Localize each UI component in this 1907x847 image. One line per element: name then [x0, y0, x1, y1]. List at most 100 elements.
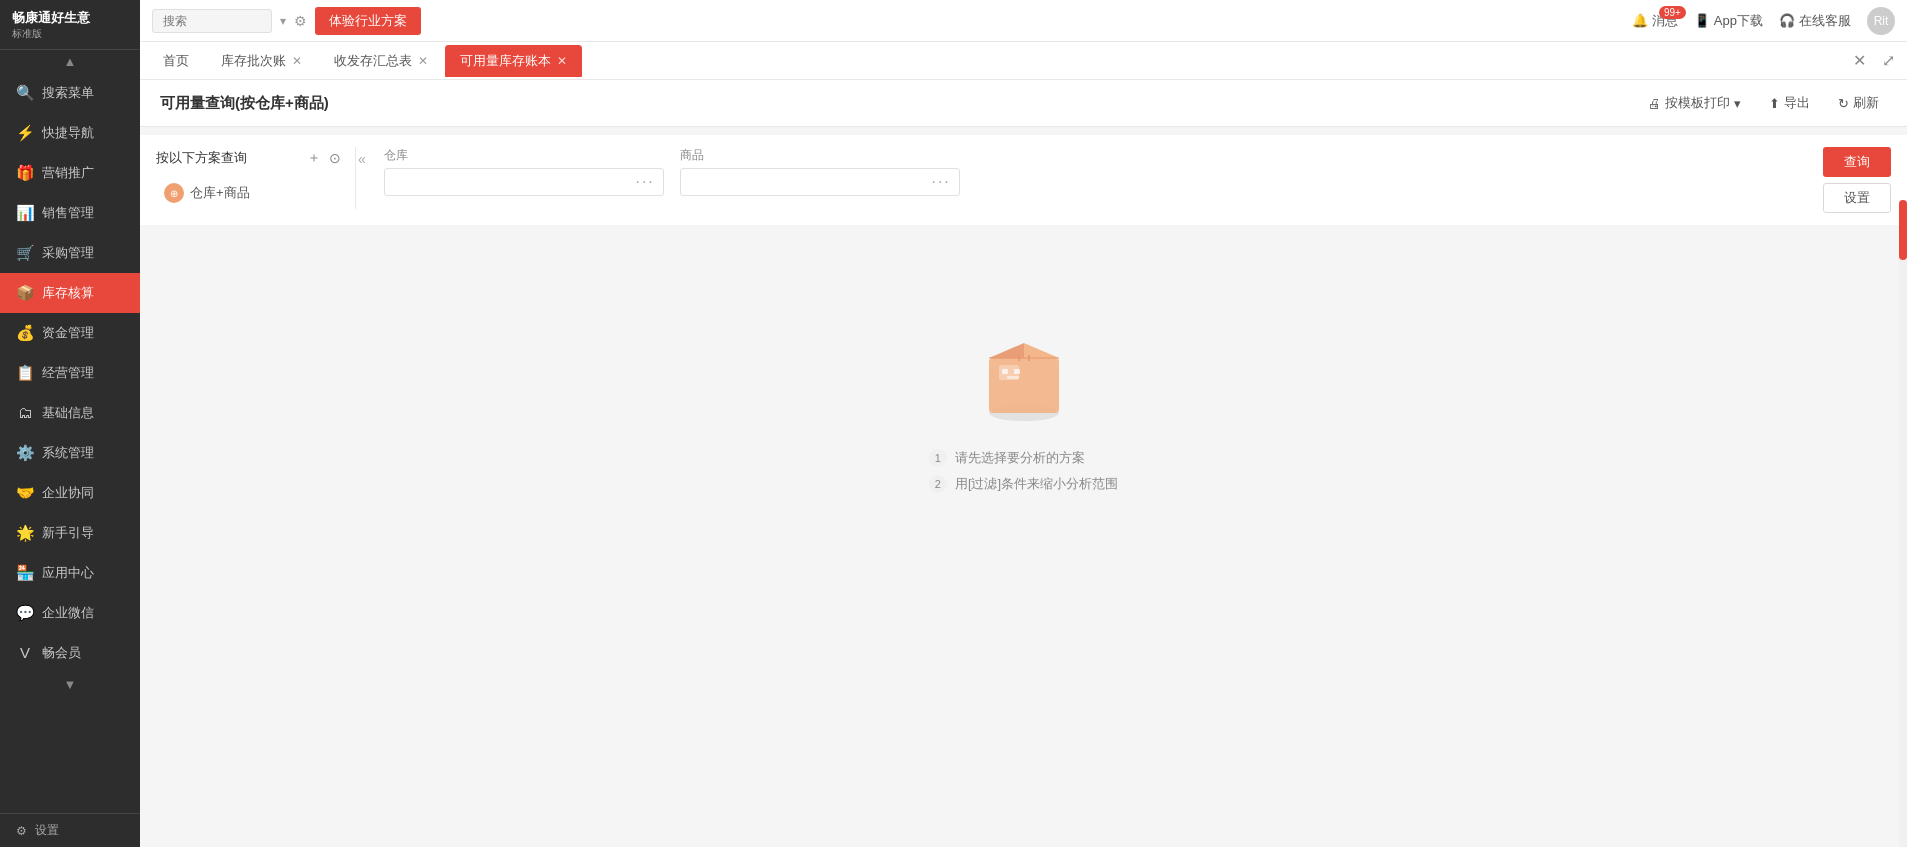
- scheme-icon: ⊕: [164, 183, 184, 203]
- purchase-icon: 🛒: [16, 244, 34, 262]
- notification-btn[interactable]: 🔔 消息 99+: [1632, 12, 1678, 30]
- filter-fields: 仓库 ··· 商品 ···: [368, 147, 1811, 196]
- tip-text-2: 用[过滤]条件来缩小分析范围: [955, 475, 1118, 493]
- search-icon: 🔍: [16, 84, 34, 102]
- sidebar-scroll-down[interactable]: ▼: [0, 673, 140, 696]
- settings-button[interactable]: 设置: [1823, 183, 1891, 213]
- sidebar-item-shortcut[interactable]: ⚡ 快捷导航: [0, 113, 140, 153]
- goods-input-wrap: ···: [680, 168, 960, 196]
- wechat-icon: 💬: [16, 604, 34, 622]
- tab-expand-icon[interactable]: ⤢: [1878, 47, 1899, 74]
- filter-scheme-actions: ＋ ⊙: [305, 147, 343, 169]
- query-button[interactable]: 查询: [1823, 147, 1891, 177]
- bell-icon: 🔔: [1632, 13, 1648, 28]
- page-content: 可用量查询(按仓库+商品) 🖨 按模板打印 ▾ ⬆ 导出 ↻ 刷新: [140, 80, 1907, 847]
- export-btn[interactable]: ⬆ 导出: [1761, 90, 1818, 116]
- vip-icon: V: [16, 644, 34, 661]
- customer-service-btn[interactable]: 🎧 在线客服: [1779, 12, 1851, 30]
- empty-tip-1: 1 请先选择要分析的方案: [929, 449, 1118, 467]
- filter-actions: 查询 设置: [1811, 147, 1891, 213]
- headset-icon: 🎧: [1779, 13, 1795, 28]
- sidebar-item-vip[interactable]: V 畅会员: [0, 633, 140, 673]
- tip-num-1: 1: [929, 449, 947, 467]
- sidebar-bottom[interactable]: ⚙ 设置: [0, 813, 140, 847]
- sidebar-scroll: ▲ 🔍 搜索菜单 ⚡ 快捷导航 🎁 营销推广 📊 销售管理 🛒 采购管理 📦 库…: [0, 50, 140, 813]
- page-title: 可用量查询(按仓库+商品): [160, 94, 329, 113]
- sidebar-item-inventory[interactable]: 📦 库存核算: [0, 273, 140, 313]
- refresh-btn[interactable]: ↻ 刷新: [1830, 90, 1887, 116]
- tabbar: 首页 库存批次账 ✕ 收发存汇总表 ✕ 可用量库存账本 ✕ ✕ ⤢: [140, 42, 1907, 80]
- settings-icon: ⚙: [16, 824, 27, 838]
- app-name: 畅康通好生意: [12, 10, 128, 27]
- tab-close-inventory-summary[interactable]: ✕: [418, 55, 428, 67]
- sidebar-item-purchase[interactable]: 🛒 采购管理: [0, 233, 140, 273]
- main-area: ▾ ⚙ 体验行业方案 🔔 消息 99+ 📱 App下载 🎧 在线客服 Rit: [140, 0, 1907, 847]
- sidebar-item-basic[interactable]: 🗂 基础信息: [0, 393, 140, 433]
- empty-box-svg: [964, 313, 1084, 433]
- shortcut-icon: ⚡: [16, 124, 34, 142]
- marketing-icon: 🎁: [16, 164, 34, 182]
- sidebar-bottom-label: 设置: [35, 822, 59, 839]
- topbar-dropdown-icon[interactable]: ▾: [280, 14, 286, 28]
- print-template-btn[interactable]: 🖨 按模板打印 ▾: [1640, 90, 1749, 116]
- finance-icon: 💰: [16, 324, 34, 342]
- topbar-right: 🔔 消息 99+ 📱 App下载 🎧 在线客服 Rit: [1632, 7, 1895, 35]
- tab-close-all-icon[interactable]: ✕: [1849, 47, 1870, 74]
- export-icon: ⬆: [1769, 96, 1780, 111]
- sidebar-item-cooperation[interactable]: 🤝 企业协同: [0, 473, 140, 513]
- sidebar-item-wechat[interactable]: 💬 企业微信: [0, 593, 140, 633]
- print-dropdown-icon[interactable]: ▾: [1734, 96, 1741, 111]
- basic-icon: 🗂: [16, 404, 34, 421]
- right-scrollbar-thumb: [1899, 200, 1907, 260]
- tab-close-available-qty[interactable]: ✕: [557, 55, 567, 67]
- sidebar-item-marketing[interactable]: 🎁 营销推广: [0, 153, 140, 193]
- svg-rect-7: [1014, 369, 1020, 374]
- filter-field-warehouse: 仓库 ···: [384, 147, 664, 196]
- filter-area: 按以下方案查询 ＋ ⊙ ⊕ 仓库+商品 « 仓库 ···: [140, 135, 1907, 225]
- sales-icon: 📊: [16, 204, 34, 222]
- warehouse-field-label: 仓库: [384, 147, 664, 164]
- warehouse-more-icon[interactable]: ···: [635, 173, 654, 191]
- warehouse-input[interactable]: [393, 175, 630, 190]
- filter-field-goods: 商品 ···: [680, 147, 960, 196]
- phone-icon: 📱: [1694, 13, 1710, 28]
- notification-badge: 99+: [1659, 6, 1686, 19]
- tab-home[interactable]: 首页: [148, 45, 204, 77]
- guide-icon: 🌟: [16, 524, 34, 542]
- tab-inventory-summary[interactable]: 收发存汇总表 ✕: [319, 45, 443, 77]
- sidebar: 畅康通好生意 标准版 ▲ 🔍 搜索菜单 ⚡ 快捷导航 🎁 营销推广 📊 销售管理…: [0, 0, 140, 847]
- topbar-gear-icon[interactable]: ⚙: [294, 13, 307, 29]
- app-download-btn[interactable]: 📱 App下载: [1694, 12, 1763, 30]
- app-version: 标准版: [12, 27, 128, 41]
- sidebar-item-system[interactable]: ⚙️ 系统管理: [0, 433, 140, 473]
- industry-btn[interactable]: 体验行业方案: [315, 7, 421, 35]
- topbar-search-input[interactable]: [152, 9, 272, 33]
- sidebar-item-finance[interactable]: 💰 资金管理: [0, 313, 140, 353]
- tab-available-qty[interactable]: 可用量库存账本 ✕: [445, 45, 582, 77]
- filter-collapse-btn[interactable]: «: [356, 149, 368, 169]
- user-avatar[interactable]: Rit: [1867, 7, 1895, 35]
- goods-more-icon[interactable]: ···: [931, 173, 950, 191]
- page-header: 可用量查询(按仓库+商品) 🖨 按模板打印 ▾ ⬆ 导出 ↻ 刷新: [140, 80, 1907, 127]
- sidebar-item-sales[interactable]: 📊 销售管理: [0, 193, 140, 233]
- sidebar-item-search[interactable]: 🔍 搜索菜单: [0, 73, 140, 113]
- tab-batch-account[interactable]: 库存批次账 ✕: [206, 45, 317, 77]
- sidebar-item-guide[interactable]: 🌟 新手引导: [0, 513, 140, 553]
- sidebar-item-appstore[interactable]: 🏪 应用中心: [0, 553, 140, 593]
- sidebar-item-operations[interactable]: 📋 经营管理: [0, 353, 140, 393]
- tip-num-2: 2: [929, 475, 947, 493]
- manage-scheme-icon[interactable]: ⊙: [327, 148, 343, 168]
- right-scrollbar: [1899, 200, 1907, 847]
- refresh-icon: ↻: [1838, 96, 1849, 111]
- add-scheme-icon[interactable]: ＋: [305, 147, 323, 169]
- sidebar-logo: 畅康通好生意 标准版: [0, 0, 140, 50]
- tab-close-batch-account[interactable]: ✕: [292, 55, 302, 67]
- sidebar-scroll-up[interactable]: ▲: [0, 50, 140, 73]
- operations-icon: 📋: [16, 364, 34, 382]
- filter-scheme-item-warehouse-goods[interactable]: ⊕ 仓库+商品: [156, 177, 343, 209]
- appstore-icon: 🏪: [16, 564, 34, 582]
- empty-tip-2: 2 用[过滤]条件来缩小分析范围: [929, 475, 1118, 493]
- goods-input[interactable]: [689, 175, 926, 190]
- filter-scheme-panel: 按以下方案查询 ＋ ⊙ ⊕ 仓库+商品: [156, 147, 356, 209]
- topbar: ▾ ⚙ 体验行业方案 🔔 消息 99+ 📱 App下载 🎧 在线客服 Rit: [140, 0, 1907, 42]
